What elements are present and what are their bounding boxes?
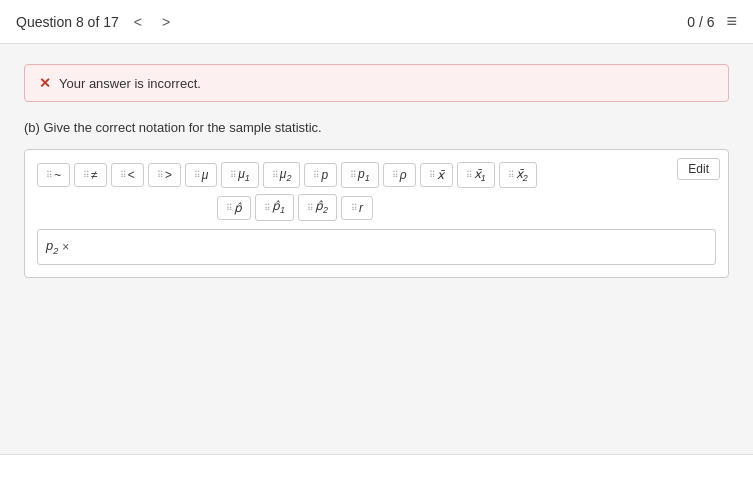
drag-dots-r: ⠿ xyxy=(351,203,357,213)
header: Question 8 of 17 < > 0 / 6 ≡ xyxy=(0,0,753,44)
tool-mu1[interactable]: ⠿ μ1 xyxy=(221,162,259,188)
drag-dots-neq: ⠿ xyxy=(83,170,89,180)
drag-dots-xbar1: ⠿ xyxy=(466,170,472,180)
score-display: 0 / 6 xyxy=(687,14,714,30)
drag-dots-lt: ⠿ xyxy=(120,170,126,180)
drag-dots-xbar: ⠿ xyxy=(429,170,435,180)
tool-xbar2[interactable]: ⠿ x̄2 xyxy=(499,162,537,188)
error-banner: ✕ Your answer is incorrect. xyxy=(24,64,729,102)
answer-value: p2 xyxy=(46,238,58,256)
drag-dots-p1: ⠿ xyxy=(350,170,356,180)
drag-dots-mu2: ⠿ xyxy=(272,170,278,180)
header-left: Question 8 of 17 < > xyxy=(16,12,175,32)
error-message: Your answer is incorrect. xyxy=(59,76,201,91)
tool-mu[interactable]: ⠿ μ xyxy=(185,163,218,187)
main-content: ✕ Your answer is incorrect. (b) Give the… xyxy=(0,44,753,298)
edit-button[interactable]: Edit xyxy=(677,158,720,180)
bottom-bar xyxy=(0,454,753,504)
tool-xbar1[interactable]: ⠿ x̄1 xyxy=(457,162,495,188)
question-label: (b) Give the correct notation for the sa… xyxy=(24,120,729,135)
tool-phat2[interactable]: ⠿ p̂2 xyxy=(298,194,337,220)
menu-icon[interactable]: ≡ xyxy=(726,11,737,32)
drag-dots-phat2: ⠿ xyxy=(307,203,313,213)
question-progress: Question 8 of 17 xyxy=(16,14,119,30)
tool-mu2[interactable]: ⠿ μ2 xyxy=(263,162,301,188)
tool-p1[interactable]: ⠿ p1 xyxy=(341,162,379,188)
drag-dots-rho: ⠿ xyxy=(392,170,398,180)
header-right: 0 / 6 ≡ xyxy=(687,11,737,32)
drag-dots-mu: ⠿ xyxy=(194,170,200,180)
drag-dots-phat: ⠿ xyxy=(226,203,232,213)
tool-lt[interactable]: ⠿ < xyxy=(111,163,144,187)
editor-container: Edit ⠿ ~ ⠿ ≠ ⠿ < ⠿ > ⠿ μ xyxy=(24,149,729,278)
drag-dots-mu1: ⠿ xyxy=(230,170,236,180)
tool-neq[interactable]: ⠿ ≠ xyxy=(74,163,107,187)
drag-dots-xbar2: ⠿ xyxy=(508,170,514,180)
toolbar-row-2: ⠿ p̂ ⠿ p̂1 ⠿ p̂2 ⠿ r xyxy=(37,194,716,220)
drag-dots-phat1: ⠿ xyxy=(264,203,270,213)
tool-phat1[interactable]: ⠿ p̂1 xyxy=(255,194,294,220)
answer-tag: p2 × xyxy=(46,238,69,256)
error-icon: ✕ xyxy=(39,75,51,91)
next-button[interactable]: > xyxy=(157,12,175,32)
tool-gt[interactable]: ⠿ > xyxy=(148,163,181,187)
drag-dots-p: ⠿ xyxy=(313,170,319,180)
prev-button[interactable]: < xyxy=(129,12,147,32)
toolbar-row-1: ⠿ ~ ⠿ ≠ ⠿ < ⠿ > ⠿ μ ⠿ μ1 xyxy=(37,162,716,188)
drag-dots-gt: ⠿ xyxy=(157,170,163,180)
answer-remove-button[interactable]: × xyxy=(62,240,69,254)
tool-xbar[interactable]: ⠿ x̄ xyxy=(420,163,453,187)
tool-p[interactable]: ⠿ p xyxy=(304,163,337,187)
tool-tilde[interactable]: ⠿ ~ xyxy=(37,163,70,187)
tool-rho[interactable]: ⠿ ρ xyxy=(383,163,416,187)
tool-phat[interactable]: ⠿ p̂ xyxy=(217,196,251,220)
answer-area: p2 × xyxy=(37,229,716,265)
drag-dots-tilde: ⠿ xyxy=(46,170,52,180)
tool-r[interactable]: ⠿ r xyxy=(341,196,373,220)
